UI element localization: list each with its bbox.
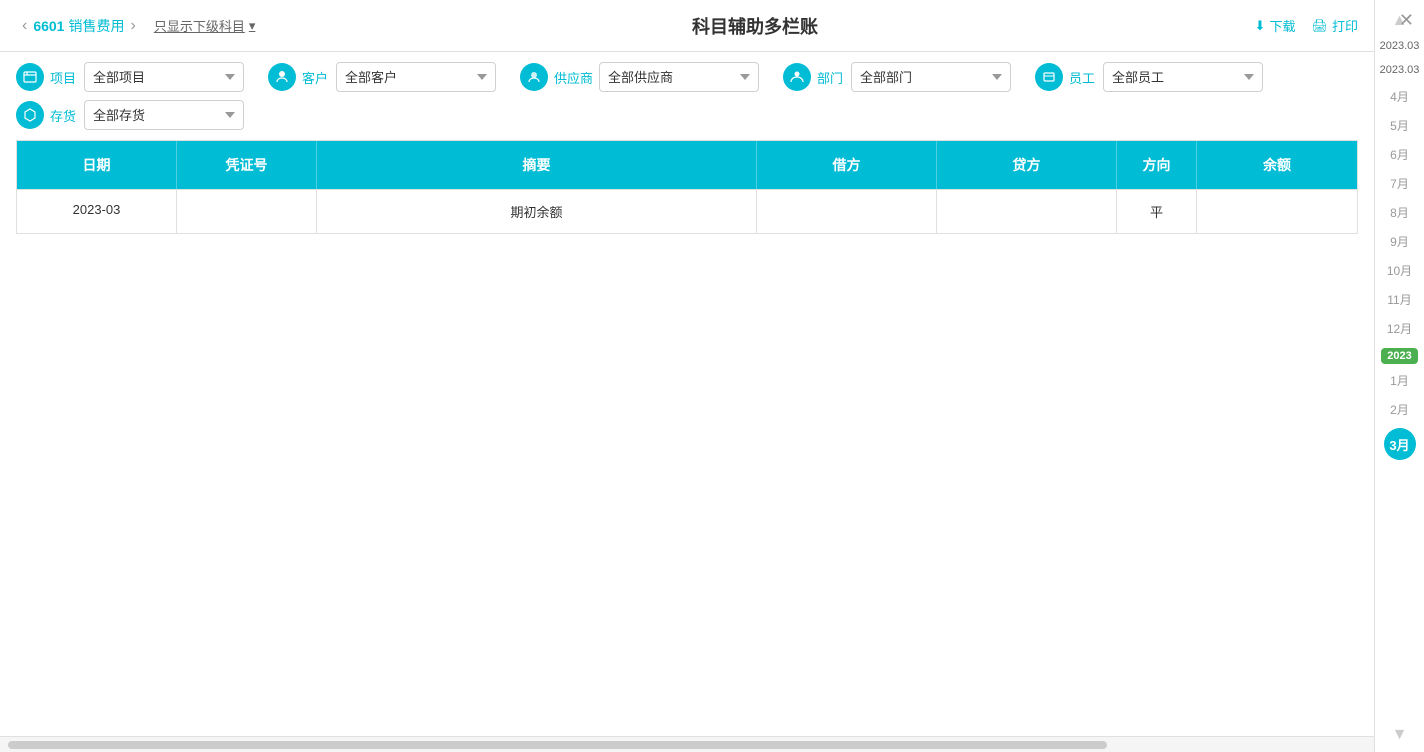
customer-filter: 客户 全部客户 bbox=[268, 62, 496, 92]
sidebar-item-2month[interactable]: 2月 bbox=[1375, 395, 1424, 424]
sidebar-down-arrow[interactable]: ▼ bbox=[1388, 722, 1412, 752]
employee-filter: 员工 全部员工 bbox=[1035, 62, 1263, 92]
cell-direction: 平 bbox=[1117, 190, 1197, 233]
close-button[interactable]: ✕ bbox=[1399, 10, 1414, 31]
show-sub-label: 只显示下级科目 bbox=[154, 16, 245, 35]
table-header: 日期 凭证号 摘要 借方 贷方 方向 余额 bbox=[17, 141, 1357, 189]
col-summary: 摘要 bbox=[317, 141, 757, 189]
header: ‹ 6601 销售费用 › 只显示下级科目 ▾ 科目辅助多栏账 ⬇ 下载 🖨 打… bbox=[0, 0, 1374, 52]
horizontal-scrollbar[interactable] bbox=[0, 736, 1374, 752]
sidebar-item-6month[interactable]: 6月 bbox=[1375, 140, 1424, 169]
sidebar-item-9month[interactable]: 9月 bbox=[1375, 227, 1424, 256]
cell-debit bbox=[757, 190, 937, 233]
month-sidebar: ▲ 2023.03 2023.03 4月 5月 6月 7月 8月 9月 10月 … bbox=[1374, 0, 1424, 752]
employee-select[interactable]: 全部员工 bbox=[1103, 62, 1263, 92]
cell-credit bbox=[937, 190, 1117, 233]
page-title: 科目辅助多栏账 bbox=[255, 13, 1254, 39]
supplier-label: 供应商 bbox=[554, 68, 593, 87]
download-label: 下载 bbox=[1269, 16, 1295, 35]
cell-voucher bbox=[177, 190, 317, 233]
account-code: 6601 bbox=[33, 18, 64, 34]
col-credit: 贷方 bbox=[937, 141, 1117, 189]
project-select[interactable]: 全部项目 bbox=[84, 62, 244, 92]
download-icon: ⬇ bbox=[1255, 18, 1266, 34]
col-date: 日期 bbox=[17, 141, 177, 189]
print-label: 打印 bbox=[1332, 16, 1358, 35]
employee-label: 员工 bbox=[1069, 68, 1097, 87]
table-row: 2023-03 期初余额 平 bbox=[17, 189, 1357, 233]
customer-select[interactable]: 全部客户 bbox=[336, 62, 496, 92]
sidebar-item-1[interactable]: 2023.03 bbox=[1375, 58, 1424, 82]
cell-summary: 期初余额 bbox=[317, 190, 757, 233]
col-debit: 借方 bbox=[757, 141, 937, 189]
col-direction: 方向 bbox=[1117, 141, 1197, 189]
project-label: 项目 bbox=[50, 68, 78, 87]
next-account-button[interactable]: › bbox=[124, 15, 141, 37]
print-button[interactable]: 🖨 打印 bbox=[1311, 16, 1358, 35]
show-sub-selector[interactable]: 只显示下级科目 ▾ bbox=[154, 16, 256, 35]
header-actions: ⬇ 下载 🖨 打印 bbox=[1255, 16, 1358, 35]
sidebar-item-11month[interactable]: 11月 bbox=[1375, 285, 1424, 314]
sidebar-item-8month[interactable]: 8月 bbox=[1375, 198, 1424, 227]
inventory-icon bbox=[16, 101, 44, 129]
customer-icon bbox=[268, 63, 296, 91]
employee-icon bbox=[1035, 63, 1063, 91]
supplier-filter: 供应商 全部供应商 bbox=[520, 62, 759, 92]
cell-balance bbox=[1197, 190, 1357, 233]
prev-account-button[interactable]: ‹ bbox=[16, 15, 33, 37]
scrollbar-thumb bbox=[8, 741, 1107, 749]
col-balance: 余额 bbox=[1197, 141, 1357, 189]
account-name: 销售费用 bbox=[68, 16, 124, 36]
col-voucher: 凭证号 bbox=[177, 141, 317, 189]
inventory-select[interactable]: 全部存货 bbox=[84, 100, 244, 130]
sidebar-item-10month[interactable]: 10月 bbox=[1375, 256, 1424, 285]
sidebar-item-3month[interactable]: 3月 bbox=[1384, 428, 1416, 460]
project-filter: 项目 全部项目 bbox=[16, 62, 244, 92]
sidebar-item-5month[interactable]: 5月 bbox=[1375, 111, 1424, 140]
department-filter: 部门 全部部门 bbox=[783, 62, 1011, 92]
cell-date: 2023-03 bbox=[17, 190, 177, 233]
supplier-icon bbox=[520, 63, 548, 91]
customer-label: 客户 bbox=[302, 68, 330, 87]
sidebar-item-7month[interactable]: 7月 bbox=[1375, 169, 1424, 198]
supplier-select[interactable]: 全部供应商 bbox=[599, 62, 759, 92]
department-icon bbox=[783, 63, 811, 91]
sidebar-item-4month[interactable]: 4月 bbox=[1375, 82, 1424, 111]
filters-area: 项目 全部项目 客户 全部客户 供应商 全部供 bbox=[0, 52, 1374, 140]
print-icon: 🖨 bbox=[1311, 18, 1328, 34]
download-button[interactable]: ⬇ 下载 bbox=[1255, 16, 1296, 35]
sidebar-item-12month[interactable]: 12月 bbox=[1375, 314, 1424, 343]
sidebar-item-1month[interactable]: 1月 bbox=[1375, 366, 1424, 395]
project-icon bbox=[16, 63, 44, 91]
inventory-filter: 存货 全部存货 bbox=[16, 100, 244, 130]
department-select[interactable]: 全部部门 bbox=[851, 62, 1011, 92]
inventory-label: 存货 bbox=[50, 106, 78, 125]
department-label: 部门 bbox=[817, 68, 845, 87]
ledger-table: 日期 凭证号 摘要 借方 贷方 方向 余额 2023-03 期初余额 平 bbox=[16, 140, 1358, 234]
year-badge: 2023 bbox=[1381, 348, 1417, 364]
sidebar-item-0[interactable]: 2023.03 bbox=[1375, 34, 1424, 58]
